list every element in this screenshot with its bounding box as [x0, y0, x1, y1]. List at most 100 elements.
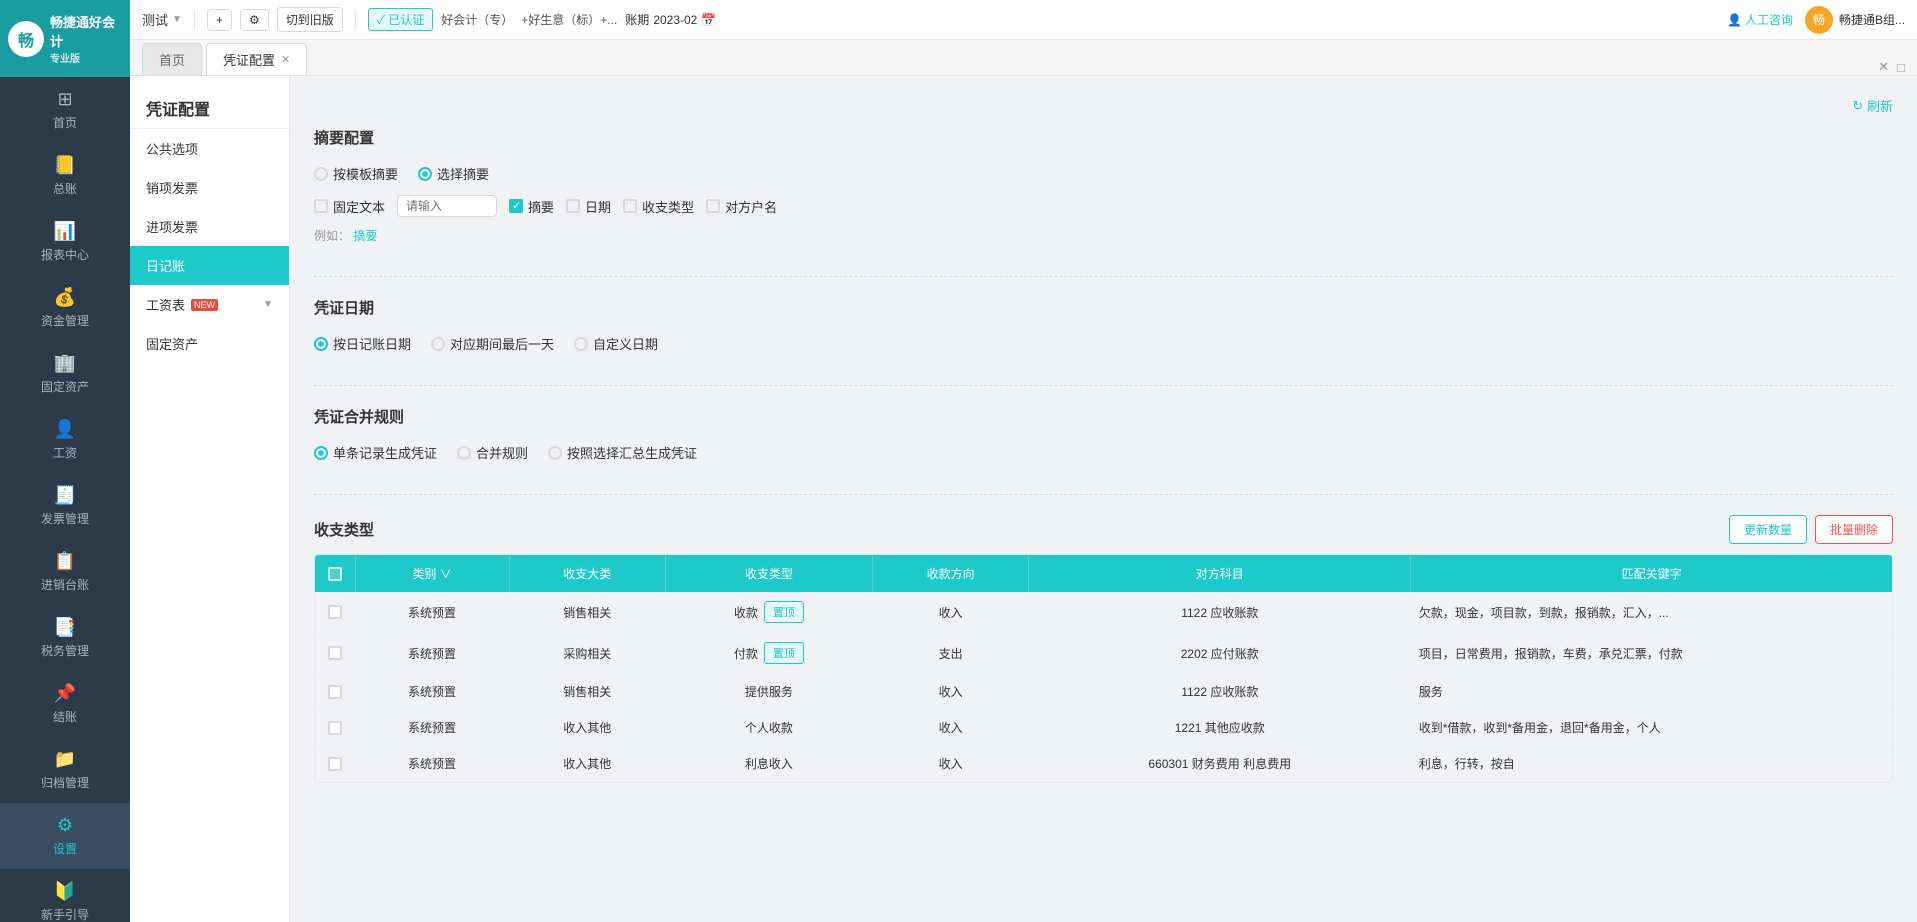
window-close-icon[interactable]: ✕ — [1878, 59, 1889, 75]
td-account-2: 2202 应付账款 — [1029, 633, 1411, 674]
window-maximize-icon[interactable]: □ — [1897, 60, 1905, 75]
checkbox-income-type[interactable]: 收支类型 — [623, 197, 694, 216]
td-checkbox-5[interactable] — [315, 746, 355, 782]
table-row: 系统预置 采购相关 付款 置顶 支出 2202 应付账款 项目，日常费用，报销款… — [315, 633, 1892, 674]
menu-label-fixed-assets: 固定资产 — [146, 334, 198, 353]
th-direction: 收款方向 — [872, 555, 1028, 592]
th-keywords: 匹配关键字 — [1411, 555, 1892, 592]
sidebar-label-sales: 进销台账 — [41, 576, 89, 593]
calendar-icon[interactable]: 📅 — [701, 13, 716, 27]
settings-button[interactable]: ⚙ — [240, 9, 269, 31]
checkbox-counter-name[interactable]: 对方户名 — [706, 197, 777, 216]
checkbox-fixed-text[interactable]: 固定文本 — [314, 197, 385, 216]
summary-checkbox[interactable] — [509, 199, 523, 213]
sidebar-item-ledger[interactable]: 📒 总账 — [0, 143, 130, 209]
help-button[interactable]: 👤 人工咨询 — [1727, 11, 1793, 28]
sidebar-item-fund[interactable]: 💰 资金管理 — [0, 275, 130, 341]
menu-item-sales-invoice[interactable]: 销项发票 — [130, 168, 289, 207]
counter-name-checkbox[interactable] — [706, 199, 720, 213]
radio-custom-date-input[interactable] — [574, 337, 588, 351]
radio-single-record[interactable]: 单条记录生成凭证 — [314, 443, 437, 462]
pin-tag-1[interactable]: 置顶 — [764, 601, 804, 623]
radio-journal-date[interactable]: 按日记账日期 — [314, 334, 411, 353]
sidebar-item-home[interactable]: ⊞ 首页 — [0, 77, 130, 143]
checkbox-date[interactable]: 日期 — [566, 197, 611, 216]
radio-custom-date[interactable]: 自定义日期 — [574, 334, 658, 353]
sidebar-item-payroll[interactable]: 👤 工资 — [0, 407, 130, 473]
sidebar-item-sales[interactable]: 📋 进销台账 — [0, 539, 130, 605]
type-label-2: 付款 — [734, 645, 758, 662]
menu-label-journal: 日记账 — [146, 256, 185, 275]
logo-icon: 畅 — [8, 21, 44, 57]
sidebar-item-close[interactable]: 📌 结账 — [0, 671, 130, 737]
switch-version-button[interactable]: 切到旧版 — [277, 7, 343, 32]
income-type-checkbox[interactable] — [623, 199, 637, 213]
sidebar-label-invoice: 发票管理 — [41, 510, 89, 527]
income-type-label: 收支类型 — [642, 197, 694, 216]
menu-item-purchase-invoice[interactable]: 进项发票 — [130, 207, 289, 246]
td-category-1: 系统预置 — [355, 592, 509, 633]
td-category-5: 系统预置 — [355, 746, 509, 782]
sidebar-item-assets[interactable]: 🏢 固定资产 — [0, 341, 130, 407]
td-major-2: 采购相关 — [509, 633, 665, 674]
invoice-icon: 🧾 — [54, 485, 76, 506]
menu-item-fixed-assets[interactable]: 固定资产 — [130, 324, 289, 363]
tab-home[interactable]: 首页 — [142, 43, 202, 75]
sales-icon: 📋 — [54, 551, 76, 572]
radio-single-record-input[interactable] — [314, 446, 328, 460]
menu-item-journal[interactable]: 日记账 — [130, 246, 289, 285]
company-selector[interactable]: 测试 ▼ — [142, 10, 182, 29]
radio-template-summary-input[interactable] — [314, 167, 328, 181]
refresh-button[interactable]: ↻ 刷新 — [1852, 96, 1893, 115]
td-direction-5: 收入 — [872, 746, 1028, 782]
sidebar-item-archive[interactable]: 📁 归档管理 — [0, 737, 130, 803]
add-button[interactable]: + — [207, 9, 232, 31]
td-major-3: 销售相关 — [509, 674, 665, 710]
radio-aggregate-input[interactable] — [548, 446, 562, 460]
sidebar-item-settings[interactable]: ⚙ 设置 — [0, 803, 130, 869]
sidebar-item-guide[interactable]: 🔰 新手引导 — [0, 869, 130, 922]
th-checkbox[interactable] — [315, 555, 355, 592]
date-checkbox[interactable] — [566, 199, 580, 213]
topbar-right: 👤 人工咨询 畅 畅捷通B组... — [1727, 6, 1905, 34]
tab-voucher-config[interactable]: 凭证配置 ✕ — [206, 43, 307, 75]
fixed-text-input[interactable] — [397, 195, 497, 217]
radio-period-last-label: 对应期间最后一天 — [450, 334, 554, 353]
radio-aggregate[interactable]: 按照选择汇总生成凭证 — [548, 443, 697, 462]
menu-item-payroll[interactable]: 工资表 NEW ▼ — [130, 285, 289, 324]
batch-delete-button[interactable]: 批量删除 — [1815, 515, 1893, 544]
topbar-divider-1 — [194, 10, 195, 30]
radio-period-last-input[interactable] — [431, 337, 445, 351]
radio-template-summary[interactable]: 按模板摘要 — [314, 164, 398, 183]
td-checkbox-1[interactable] — [315, 592, 355, 633]
radio-merge-rule[interactable]: 合并规则 — [457, 443, 528, 462]
divider-3 — [314, 494, 1893, 495]
menu-item-public[interactable]: 公共选项 — [130, 129, 289, 168]
sidebar-label-tax: 税务管理 — [41, 642, 89, 659]
td-direction-2: 支出 — [872, 633, 1028, 674]
sidebar-item-report[interactable]: 📊 报表中心 — [0, 209, 130, 275]
checkbox-summary[interactable]: 摘要 — [509, 197, 554, 216]
sidebar-label-fund: 资金管理 — [41, 312, 89, 329]
voucher-date-section: 凭证日期 按日记账日期 对应期间最后一天 自定义日期 — [314, 297, 1893, 353]
radio-select-summary-input[interactable] — [418, 167, 432, 181]
sidebar-item-tax[interactable]: 📑 税务管理 — [0, 605, 130, 671]
update-count-button[interactable]: 更新数量 — [1729, 515, 1807, 544]
td-checkbox-4[interactable] — [315, 710, 355, 746]
right-content: ↻ 刷新 摘要配置 按模板摘要 选择摘要 — [290, 76, 1917, 922]
td-checkbox-3[interactable] — [315, 674, 355, 710]
user-menu[interactable]: 畅 畅捷通B组... — [1805, 6, 1905, 34]
sidebar-item-invoice[interactable]: 🧾 发票管理 — [0, 473, 130, 539]
td-checkbox-2[interactable] — [315, 633, 355, 674]
pin-tag-2[interactable]: 置顶 — [764, 642, 804, 664]
td-major-4: 收入其他 — [509, 710, 665, 746]
radio-select-summary[interactable]: 选择摘要 — [418, 164, 489, 183]
radio-merge-rule-input[interactable] — [457, 446, 471, 460]
td-account-3: 1122 应收账款 — [1029, 674, 1411, 710]
select-all-checkbox[interactable] — [328, 567, 342, 581]
radio-period-last[interactable]: 对应期间最后一天 — [431, 334, 554, 353]
refresh-label: 刷新 — [1867, 96, 1893, 115]
tab-close-icon[interactable]: ✕ — [281, 53, 290, 66]
fixed-text-checkbox[interactable] — [314, 199, 328, 213]
radio-journal-date-input[interactable] — [314, 337, 328, 351]
